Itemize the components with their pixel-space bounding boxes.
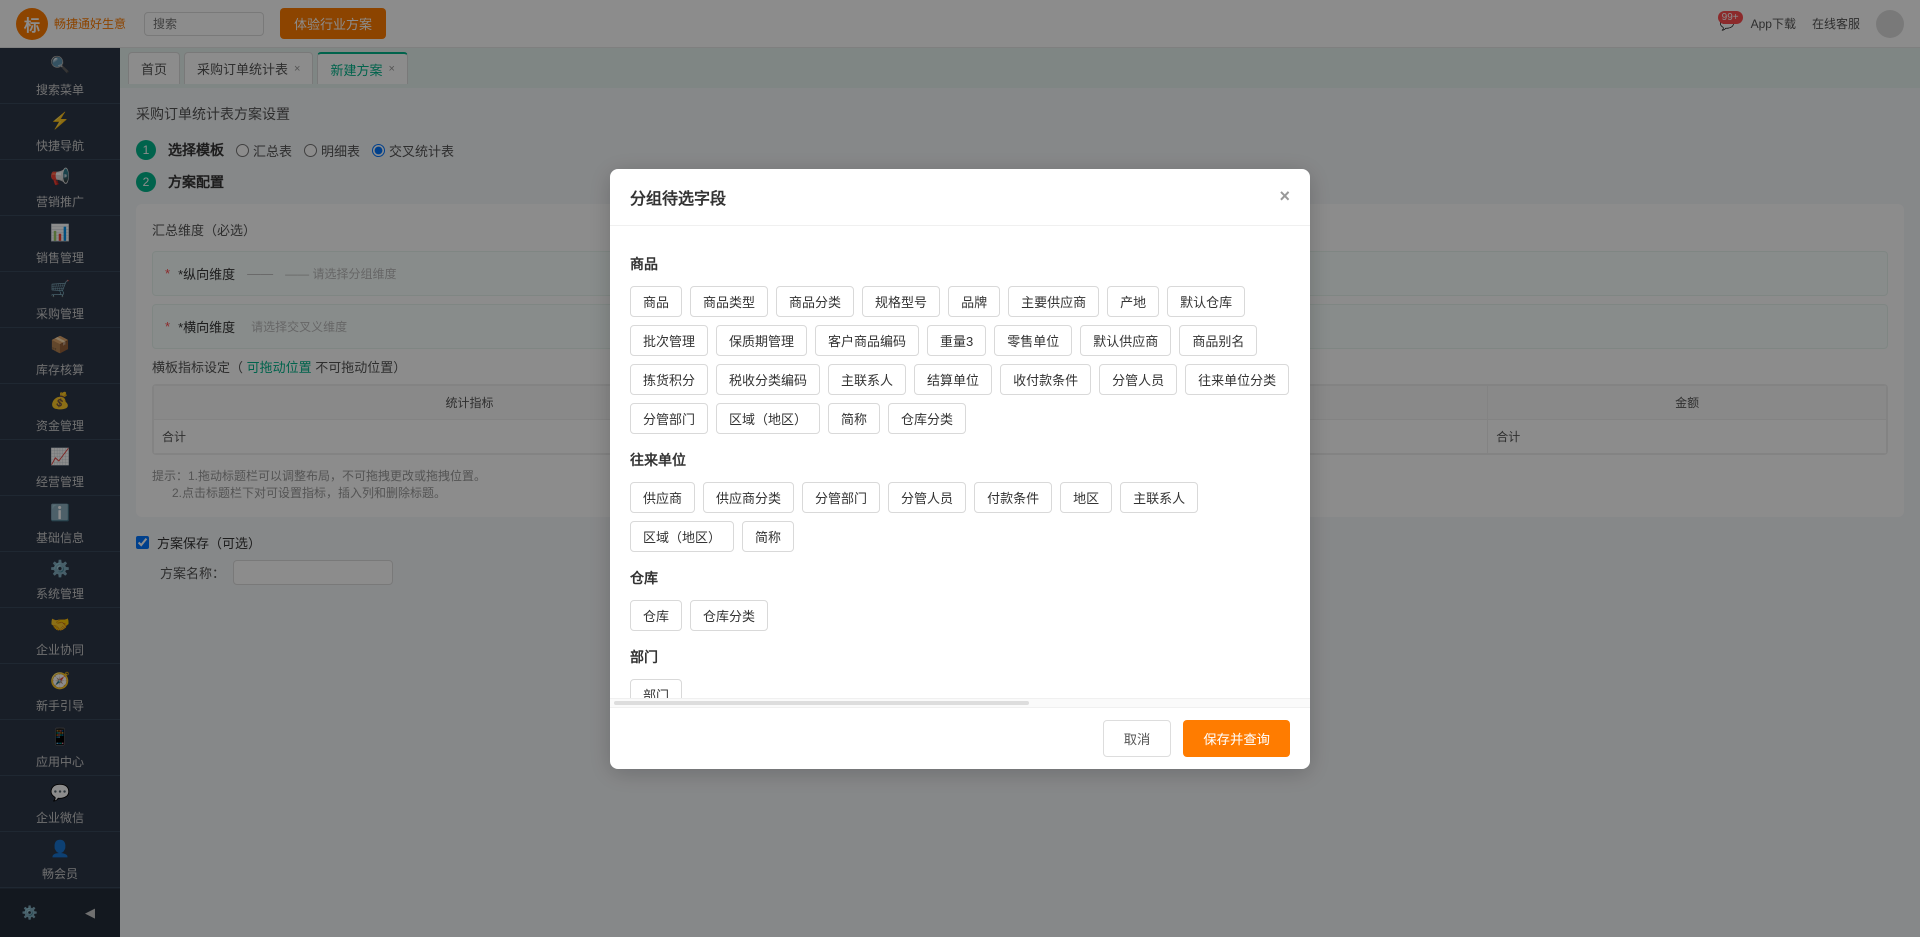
- field-tag-分管部门[interactable]: 分管部门: [802, 482, 880, 513]
- field-tag-规格型号[interactable]: 规格型号: [862, 286, 940, 317]
- field-tag-零售单位[interactable]: 零售单位: [994, 325, 1072, 356]
- field-tag-保质期管理[interactable]: 保质期管理: [716, 325, 807, 356]
- field-tag-仓库分类[interactable]: 仓库分类: [690, 600, 768, 631]
- field-tag-主联系人[interactable]: 主联系人: [828, 364, 906, 395]
- section-title-counterpart: 往来单位: [630, 450, 1290, 470]
- hscrollbar-thumb[interactable]: [614, 701, 1029, 705]
- field-tag-主联系人[interactable]: 主联系人: [1120, 482, 1198, 513]
- field-tag-简称[interactable]: 简称: [828, 403, 880, 434]
- field-tag-分管人员[interactable]: 分管人员: [1099, 364, 1177, 395]
- section-title-department: 部门: [630, 647, 1290, 667]
- modal-title: 分组待选字段: [630, 185, 726, 209]
- field-tag-结算单位[interactable]: 结算单位: [914, 364, 992, 395]
- field-tag-默认供应商[interactable]: 默认供应商: [1080, 325, 1171, 356]
- section-fields-counterpart: 供应商供应商分类分管部门分管人员付款条件地区主联系人区域（地区） 简称: [630, 482, 1290, 552]
- field-tag-分管人员[interactable]: 分管人员: [888, 482, 966, 513]
- field-tag-产地[interactable]: 产地: [1107, 286, 1159, 317]
- field-tag-区域（地区）[interactable]: 区域（地区）: [630, 521, 734, 552]
- field-tag-品牌[interactable]: 品牌: [948, 286, 1000, 317]
- field-tag-商品类型[interactable]: 商品类型: [690, 286, 768, 317]
- field-tag-重量3[interactable]: 重量3: [927, 325, 986, 356]
- field-tag-主要供应商[interactable]: 主要供应商: [1008, 286, 1099, 317]
- section-fields-warehouse: 仓库仓库分类: [630, 600, 1290, 631]
- field-tag-仓库[interactable]: 仓库: [630, 600, 682, 631]
- field-tag-往来单位分类[interactable]: 往来单位分类: [1185, 364, 1289, 395]
- cancel-button[interactable]: 取消: [1103, 720, 1172, 757]
- field-tag-商品分类[interactable]: 商品分类: [776, 286, 854, 317]
- field-tag-收付款条件[interactable]: 收付款条件: [1000, 364, 1091, 395]
- field-tag-供应商分类[interactable]: 供应商分类: [703, 482, 794, 513]
- section-title-warehouse: 仓库: [630, 568, 1290, 588]
- section-title-goods: 商品: [630, 254, 1290, 274]
- field-tag-客户商品编码[interactable]: 客户商品编码: [815, 325, 919, 356]
- modal-hscrollbar[interactable]: [610, 698, 1310, 706]
- field-tag-拣货积分[interactable]: 拣货积分: [630, 364, 708, 395]
- field-tag-仓库分类[interactable]: 仓库分类: [888, 403, 966, 434]
- section-fields-department: 部门: [630, 679, 1290, 699]
- modal-body: 商品商品商品类型商品分类规格型号品牌主要供应商产地默认仓库批次管理保质期管理客户…: [610, 226, 1310, 699]
- field-tag-区域（地区）[interactable]: 区域（地区）: [716, 403, 820, 434]
- modal-dialog: 分组待选字段 × 商品商品商品类型商品分类规格型号品牌主要供应商产地默认仓库批次…: [610, 169, 1310, 769]
- field-tag-简称[interactable]: 简称: [742, 521, 794, 552]
- field-tag-部门[interactable]: 部门: [630, 679, 682, 699]
- modal-footer: 取消 保存并查询: [610, 707, 1310, 769]
- modal-close-btn[interactable]: ×: [1279, 186, 1290, 207]
- section-fields-goods: 商品商品类型商品分类规格型号品牌主要供应商产地默认仓库批次管理保质期管理客户商品…: [630, 286, 1290, 434]
- field-tag-地区[interactable]: 地区: [1060, 482, 1112, 513]
- field-tag-付款条件[interactable]: 付款条件: [974, 482, 1052, 513]
- field-tag-默认仓库[interactable]: 默认仓库: [1167, 286, 1245, 317]
- field-tag-供应商[interactable]: 供应商: [630, 482, 695, 513]
- modal-overlay: 分组待选字段 × 商品商品商品类型商品分类规格型号品牌主要供应商产地默认仓库批次…: [0, 0, 1920, 937]
- confirm-button[interactable]: 保存并查询: [1183, 720, 1290, 757]
- field-tag-商品别名[interactable]: 商品别名: [1179, 325, 1257, 356]
- field-tag-税收分类编码[interactable]: 税收分类编码: [716, 364, 820, 395]
- modal-header: 分组待选字段 ×: [610, 169, 1310, 226]
- field-tag-分管部门[interactable]: 分管部门: [630, 403, 708, 434]
- field-tag-商品[interactable]: 商品: [630, 286, 682, 317]
- field-tag-批次管理[interactable]: 批次管理: [630, 325, 708, 356]
